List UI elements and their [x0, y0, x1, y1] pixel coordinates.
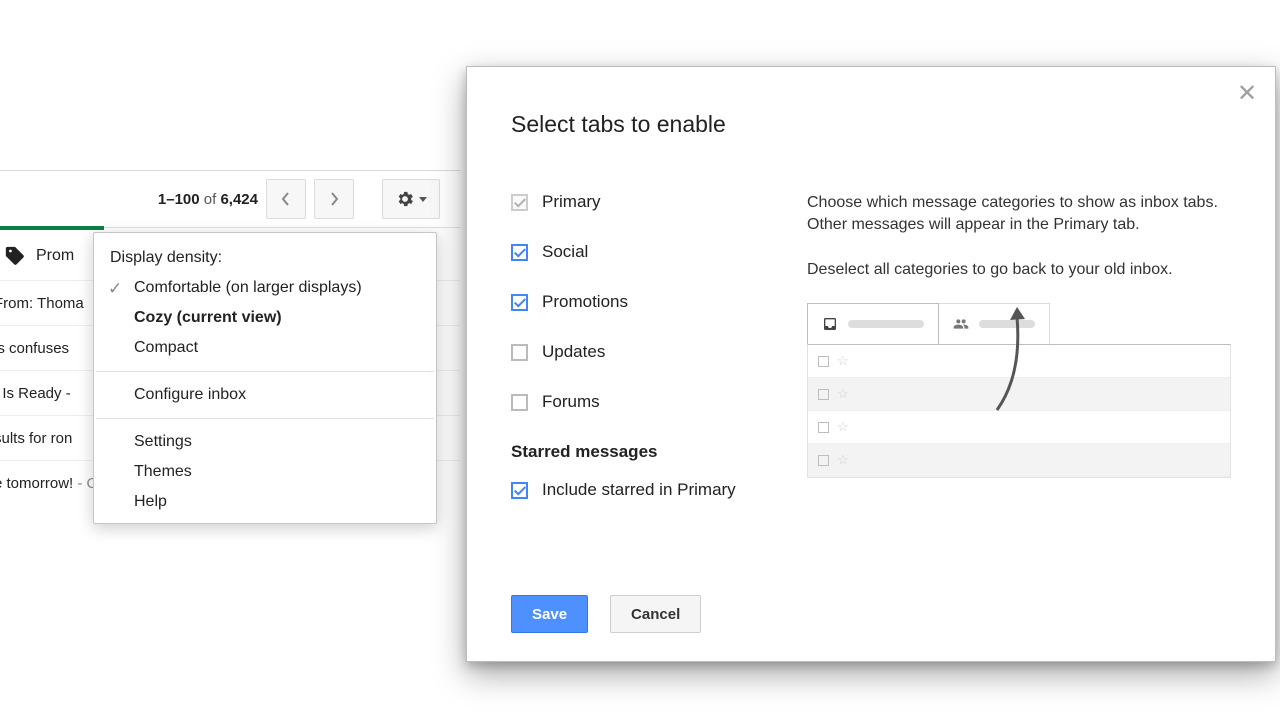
- menu-item[interactable]: Configure inbox: [94, 380, 436, 410]
- message-text: From: Thoma: [0, 295, 84, 312]
- category-checkbox-forums[interactable]: Forums: [511, 392, 741, 412]
- settings-menu: Display density: Comfortable (on larger …: [93, 232, 437, 524]
- checkbox-outline-icon: [818, 389, 829, 400]
- checkbox-outline-icon: [818, 455, 829, 466]
- configure-inbox-dialog: ✕ Select tabs to enable Primary Social Pro…: [466, 66, 1276, 662]
- gear-icon: [395, 189, 415, 209]
- prev-page-button[interactable]: [266, 179, 306, 219]
- category-checkbox-primary: Primary: [511, 192, 741, 212]
- checkbox-label: Promotions: [542, 292, 628, 312]
- menu-separator: [96, 418, 434, 419]
- cancel-button[interactable]: Cancel: [610, 595, 701, 633]
- checkbox-label: Social: [542, 242, 588, 262]
- star-outline-icon: ☆: [837, 385, 849, 403]
- next-page-button[interactable]: [314, 179, 354, 219]
- menu-item[interactable]: Cozy (current view): [94, 303, 436, 333]
- inbox-icon: [822, 316, 838, 332]
- menu-item[interactable]: Themes: [94, 457, 436, 487]
- dialog-title: Select tabs to enable: [511, 111, 1275, 138]
- preview-row: ☆: [808, 378, 1230, 411]
- close-icon: ✕: [1237, 80, 1257, 107]
- checkbox-label: Primary: [542, 192, 601, 212]
- info-text-2: Deselect all categories to go back to yo…: [807, 259, 1231, 281]
- inbox-preview: ☆ ☆ ☆ ☆: [807, 303, 1231, 478]
- dialog-footer: Save Cancel: [511, 595, 701, 633]
- save-button[interactable]: Save: [511, 595, 588, 633]
- placeholder-bar: [848, 320, 924, 328]
- dialog-options: Primary Social Promotions Updates Forums Sta…: [511, 192, 741, 530]
- people-icon: [953, 316, 969, 332]
- category-checkbox-promotions[interactable]: Promotions: [511, 292, 741, 312]
- category-checkbox-updates[interactable]: Updates: [511, 342, 741, 362]
- star-outline-icon: ☆: [837, 418, 849, 436]
- checkbox-icon: [511, 482, 528, 499]
- preview-tab-social: [939, 303, 1050, 345]
- preview-tabs: [807, 303, 1231, 345]
- preview-rows: ☆ ☆ ☆ ☆: [807, 344, 1231, 478]
- dialog-info: Choose which message categories to show …: [807, 192, 1231, 530]
- chevron-right-icon: [329, 191, 339, 207]
- tag-icon: [4, 245, 26, 267]
- checkbox-label: Include starred in Primary: [542, 480, 736, 500]
- placeholder-bar: [979, 320, 1035, 328]
- preview-tab-primary: [807, 303, 939, 344]
- menu-item[interactable]: Comfortable (on larger displays): [94, 273, 436, 303]
- info-text-1: Choose which message categories to show …: [807, 192, 1231, 237]
- preview-row: ☆: [808, 345, 1230, 378]
- menu-header: Display density:: [94, 245, 436, 273]
- starred-header: Starred messages: [511, 442, 741, 462]
- pagination-count: 1–100 of 6,424: [158, 191, 258, 208]
- chevron-left-icon: [281, 191, 291, 207]
- menu-item[interactable]: Help: [94, 487, 436, 517]
- checkbox-icon: [511, 294, 528, 311]
- category-checkbox-social[interactable]: Social: [511, 242, 741, 262]
- preview-row: ☆: [808, 444, 1230, 477]
- close-button[interactable]: ✕: [1233, 81, 1261, 109]
- checkbox-outline-icon: [818, 422, 829, 433]
- include-starred-checkbox[interactable]: Include starred in Primary: [511, 480, 741, 500]
- message-text: t Is Ready -: [0, 385, 71, 402]
- checkbox-icon: [511, 194, 528, 211]
- checkbox-label: Updates: [542, 342, 605, 362]
- checkbox-outline-icon: [818, 356, 829, 367]
- preview-row: ☆: [808, 411, 1230, 444]
- checkbox-label: Forums: [542, 392, 600, 412]
- inbox-toolbar: 1–100 of 6,424: [0, 170, 460, 228]
- menu-separator: [96, 371, 434, 372]
- star-outline-icon: ☆: [837, 451, 849, 469]
- tab-label: Prom: [36, 247, 74, 265]
- menu-item[interactable]: Compact: [94, 333, 436, 363]
- checkbox-icon: [511, 344, 528, 361]
- checkbox-icon: [511, 244, 528, 261]
- caret-down-icon: [419, 197, 427, 202]
- menu-item[interactable]: Settings: [94, 427, 436, 457]
- checkbox-icon: [511, 394, 528, 411]
- message-text: is confuses: [0, 340, 69, 357]
- star-outline-icon: ☆: [837, 352, 849, 370]
- settings-gear-button[interactable]: [382, 179, 440, 219]
- tab-promotions[interactable]: Prom: [0, 226, 104, 282]
- message-text: sults for ron: [0, 430, 72, 447]
